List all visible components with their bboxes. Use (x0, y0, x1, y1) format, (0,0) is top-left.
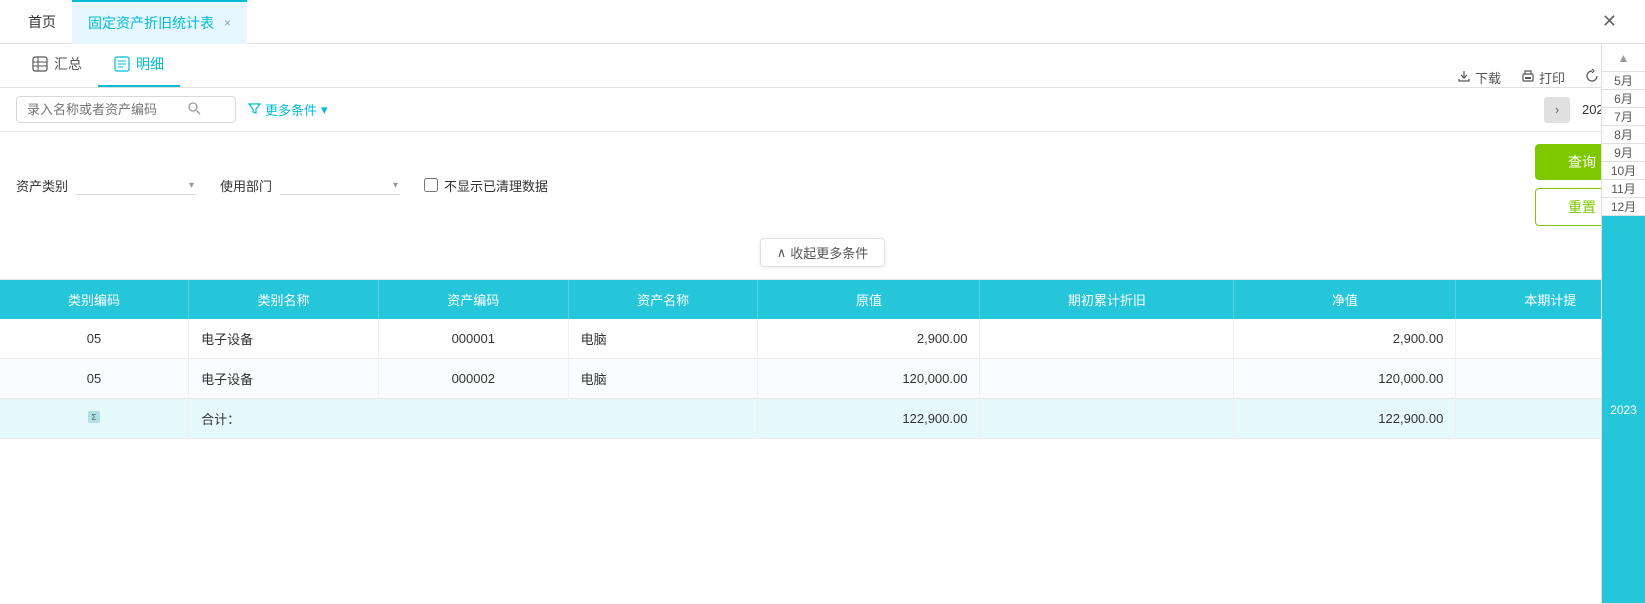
data-table: 类别编码 类别名称 资产编码 资产名称 原值 期初累计折旧 净值 本期计提 05… (0, 280, 1645, 439)
filter-area: 资产类别 使用部门 不显示已清理数据 查询 重置 ∧ (0, 132, 1645, 280)
download-button[interactable]: 下载 (1457, 68, 1501, 87)
download-icon (1457, 69, 1471, 86)
tab-detail[interactable]: 明细 (98, 43, 180, 87)
window-close-button[interactable]: ✕ (1586, 11, 1633, 32)
refresh-icon (1585, 69, 1599, 86)
asset-category-field: 资产类别 (16, 175, 196, 195)
collapse-icon: ∧ (777, 245, 787, 261)
sidebar-month[interactable]: 12月 (1602, 198, 1645, 216)
right-sidebar: ▲ 5月6月7月8月9月10月11月12月 2023 (1601, 44, 1645, 604)
total-net-value: 122,900.00 (1234, 399, 1456, 439)
collapse-button[interactable]: ∧ 收起更多条件 (760, 238, 886, 267)
cell-accumulated (980, 319, 1234, 359)
search-bar: 更多条件 ▾ › 2023.01 (0, 88, 1645, 132)
search-input-wrap[interactable] (16, 96, 236, 123)
print-button[interactable]: 打印 (1521, 68, 1565, 87)
sidebar-month[interactable]: 11月 (1602, 180, 1645, 198)
tab-summary-label: 汇总 (54, 54, 82, 74)
table-row: 05 电子设备 000001 电脑 2,900.00 2,900.00 (0, 319, 1645, 359)
tab-detail-label: 明细 (136, 54, 164, 74)
hide-cleared-label: 不显示已清理数据 (444, 176, 548, 195)
home-tab[interactable]: 首页 (12, 0, 72, 44)
total-label: 合计： (189, 399, 758, 439)
sidebar-month[interactable]: 8月 (1602, 126, 1645, 144)
data-table-wrap: 类别编码 类别名称 资产编码 资产名称 原值 期初累计折旧 净值 本期计提 05… (0, 280, 1645, 604)
sidebar-month[interactable]: 7月 (1602, 108, 1645, 126)
scroll-up-button[interactable]: ▲ (1602, 44, 1645, 72)
total-accumulated (980, 399, 1234, 439)
more-filter-label: 更多条件 (265, 100, 317, 119)
col-accumulated: 期初累计折旧 (980, 280, 1234, 319)
asset-category-select-wrap[interactable] (76, 175, 196, 195)
svg-text:Σ: Σ (92, 413, 97, 422)
top-tab-bar: 首页 固定资产折旧统计表 × ✕ (0, 0, 1645, 44)
filter-icon (248, 102, 261, 118)
summary-icon (32, 56, 48, 72)
total-icon-cell: Σ (0, 399, 189, 439)
year-badge[interactable]: 2023 (1602, 216, 1645, 604)
sidebar-month[interactable]: 5月 (1602, 72, 1645, 90)
cell-accumulated (980, 359, 1234, 399)
more-filter-button[interactable]: 更多条件 ▾ (248, 100, 328, 119)
cell-original: 120,000.00 (758, 359, 980, 399)
sidebar-month[interactable]: 6月 (1602, 90, 1645, 108)
search-icon[interactable] (187, 101, 201, 118)
sidebar-month[interactable]: 10月 (1602, 162, 1645, 180)
cell-original: 2,900.00 (758, 319, 980, 359)
tab-summary[interactable]: 汇总 (16, 43, 98, 87)
cell-asset-code: 000001 (378, 319, 568, 359)
print-label: 打印 (1539, 68, 1565, 87)
hide-cleared-checkbox[interactable] (424, 178, 438, 192)
department-select-wrap[interactable] (280, 175, 400, 195)
cell-asset-name: 电脑 (568, 359, 758, 399)
active-tab[interactable]: 固定资产折旧统计表 × (72, 0, 247, 44)
total-original: 122,900.00 (758, 399, 980, 439)
cell-cat-code: 05 (0, 359, 189, 399)
download-label: 下载 (1475, 68, 1501, 87)
department-field: 使用部门 (220, 175, 400, 195)
col-original: 原值 (758, 280, 980, 319)
department-label: 使用部门 (220, 176, 272, 195)
col-net-value: 净值 (1234, 280, 1456, 319)
table-row: 05 电子设备 000002 电脑 120,000.00 120,000.00 (0, 359, 1645, 399)
cell-cat-name: 电子设备 (189, 319, 379, 359)
cell-cat-name: 电子设备 (189, 359, 379, 399)
col-asset-name: 资产名称 (568, 280, 758, 319)
sidebar-month[interactable]: 9月 (1602, 144, 1645, 162)
col-asset-code: 资产编码 (378, 280, 568, 319)
asset-category-label: 资产类别 (16, 176, 68, 195)
cell-asset-name: 电脑 (568, 319, 758, 359)
active-tab-label: 固定资产折旧统计表 (88, 13, 214, 33)
total-row: Σ 合计： 122,900.00 122,900.00 (0, 399, 1645, 439)
col-cat-code: 类别编码 (0, 280, 189, 319)
detail-icon (114, 56, 130, 72)
collapse-label: 收起更多条件 (790, 243, 868, 262)
asset-category-select[interactable] (76, 175, 196, 195)
col-cat-name: 类别名称 (189, 280, 379, 319)
cell-net-value: 120,000.00 (1234, 359, 1456, 399)
secondary-tab-row: 汇总 明细 下载 (0, 44, 1645, 88)
filter-row: 资产类别 使用部门 不显示已清理数据 查询 重置 (16, 144, 1629, 226)
cell-asset-code: 000002 (378, 359, 568, 399)
collapse-bar: ∧ 收起更多条件 (16, 238, 1629, 267)
nav-arrow-button[interactable]: › (1544, 97, 1570, 123)
hide-cleared-field[interactable]: 不显示已清理数据 (424, 176, 548, 195)
department-select[interactable] (280, 175, 400, 195)
print-icon (1521, 69, 1535, 86)
cell-net-value: 2,900.00 (1234, 319, 1456, 359)
chevron-down-icon: ▾ (321, 102, 328, 118)
table-header-row: 类别编码 类别名称 资产编码 资产名称 原值 期初累计折旧 净值 本期计提 (0, 280, 1645, 319)
search-input[interactable] (27, 102, 187, 117)
close-tab-button[interactable]: × (224, 16, 231, 30)
cell-cat-code: 05 (0, 319, 189, 359)
